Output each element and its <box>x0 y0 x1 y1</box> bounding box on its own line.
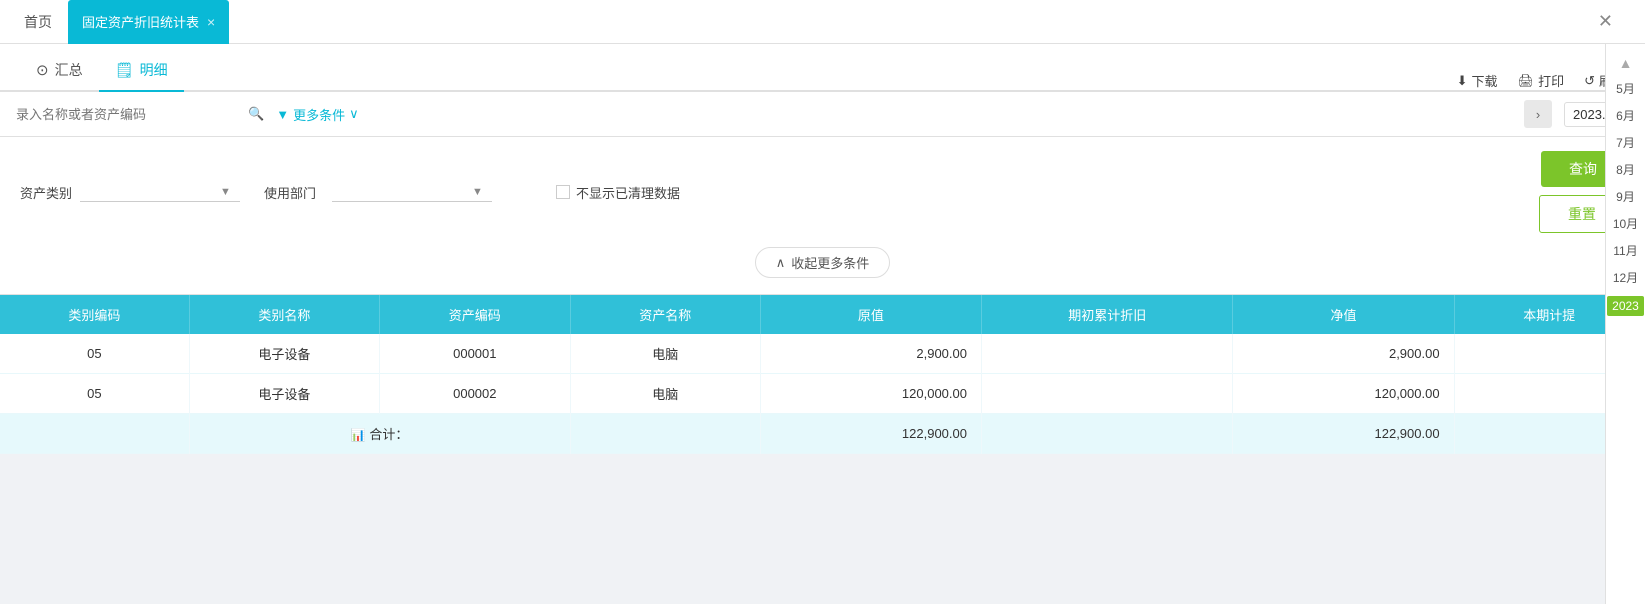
no-cleared-label: 不显示已清理数据 <box>576 183 680 202</box>
collapse-label: 收起更多条件 <box>791 253 869 272</box>
table-header-row: 类别编码 类别名称 资产编码 资产名称 原值 期初累计折旧 净值 本期计提 <box>0 295 1645 334</box>
tab-detail[interactable]: 🗒 明细 <box>99 50 184 92</box>
toolbar-right: ⬇ 下载 🖨 打印 ↺ 刷新 <box>1457 71 1625 90</box>
asset-category-label: 资产类别 <box>20 183 72 202</box>
cell-category: 电子设备 <box>189 334 379 374</box>
cell-asset-name: 电脑 <box>570 334 760 374</box>
total-label: 📊 合计： <box>189 414 570 454</box>
print-label: 打印 <box>1538 71 1564 90</box>
total-net: 122,900.00 <box>1233 414 1454 454</box>
table-container: 类别编码 类别名称 资产编码 资产名称 原值 期初累计折旧 净值 本期计提 05… <box>0 295 1645 454</box>
asset-category-field: 资产类别 ▼ <box>20 182 240 202</box>
month-12[interactable]: 12月 <box>1606 265 1645 290</box>
filter-icon: ▼ <box>276 107 289 122</box>
col-header-code: 类别编码 <box>0 295 189 334</box>
use-dept-input[interactable] <box>332 184 472 199</box>
cell-asset-code: 000002 <box>380 374 570 414</box>
year-2023[interactable]: 2023 <box>1607 296 1644 316</box>
col-header-asset-name: 资产名称 <box>570 295 760 334</box>
panel-toggle-button[interactable]: › <box>1524 100 1552 128</box>
cell-net: 2,900.00 <box>1233 334 1454 374</box>
nav-tab-fixed-assets[interactable]: 固定资产折旧统计表 × <box>68 0 229 44</box>
tab-summary[interactable]: ⊙ 汇总 <box>20 50 99 92</box>
tab-detail-label: 明细 <box>140 60 168 80</box>
filter-row: 资产类别 ▼ 使用部门 ▼ <box>20 151 1625 233</box>
cell-original: 120,000.00 <box>760 374 981 414</box>
summary-icon: ⊙ <box>36 61 49 79</box>
asset-category-dropdown-icon[interactable]: ▼ <box>220 186 231 198</box>
use-dept-label: 使用部门 <box>264 183 316 202</box>
month-5[interactable]: 5月 <box>1606 76 1645 101</box>
cell-category: 电子设备 <box>189 374 379 414</box>
window-close-button[interactable]: ✕ <box>1582 11 1629 32</box>
download-icon: ⬇ <box>1457 73 1468 89</box>
collapse-button[interactable]: ∧ 收起更多条件 <box>755 247 891 278</box>
total-original: 122,900.00 <box>760 414 981 454</box>
collapse-icon: ∧ <box>776 255 786 271</box>
table-row: 05 电子设备 000002 电脑 120,000.00 120,000.00 <box>0 374 1645 414</box>
cell-net: 120,000.00 <box>1233 374 1454 414</box>
month-7[interactable]: 7月 <box>1606 130 1645 155</box>
cell-asset-code: 000001 <box>380 334 570 374</box>
filter-area: 资产类别 ▼ 使用部门 ▼ <box>0 137 1645 295</box>
search-bar: 🔍 ▼ 更多条件 ∨ › 2023.01 <box>0 92 1645 137</box>
cell-asset-name: 电脑 <box>570 374 760 414</box>
total-icon-cell <box>0 414 189 454</box>
chevron-down-icon: ∨ <box>349 106 359 122</box>
more-conditions-button[interactable]: ▼ 更多条件 ∨ <box>276 105 358 124</box>
use-dept-dropdown-icon[interactable]: ▼ <box>472 186 483 198</box>
total-asset-name <box>570 414 760 454</box>
no-cleared-area: 不显示已清理数据 <box>556 183 680 202</box>
nav-home[interactable]: 首页 <box>16 12 60 32</box>
detail-icon: 🗒 <box>115 61 134 79</box>
asset-category-input[interactable] <box>80 184 220 199</box>
sub-tabs: ⊙ 汇总 🗒 明细 ⬇ 下载 🖨 打印 <box>0 44 1645 92</box>
no-cleared-checkbox[interactable] <box>556 185 570 199</box>
month-11[interactable]: 11月 <box>1606 238 1645 263</box>
cell-code: 05 <box>0 374 189 414</box>
col-header-original: 原值 <box>760 295 981 334</box>
month-6[interactable]: 6月 <box>1606 103 1645 128</box>
download-button[interactable]: ⬇ 下载 <box>1457 71 1498 90</box>
download-label: 下载 <box>1472 71 1498 90</box>
total-accumulated <box>981 414 1233 454</box>
nav-tab-label: 固定资产折旧统计表 <box>82 12 199 31</box>
col-header-asset-code: 资产编码 <box>380 295 570 334</box>
main-area: ⊙ 汇总 🗒 明细 ⬇ 下载 🖨 打印 <box>0 44 1645 604</box>
cell-code: 05 <box>0 334 189 374</box>
right-panel: ▲ 5月 6月 7月 8月 9月 10月 11月 12月 2023 <box>1605 44 1645 604</box>
cell-original: 2,900.00 <box>760 334 981 374</box>
nav-tab-close[interactable]: × <box>207 14 215 30</box>
search-input[interactable] <box>16 107 236 122</box>
col-header-accumulated: 期初累计折旧 <box>981 295 1233 334</box>
month-8[interactable]: 8月 <box>1606 157 1645 182</box>
month-10[interactable]: 10月 <box>1606 211 1645 236</box>
data-table: 类别编码 类别名称 资产编码 资产名称 原值 期初累计折旧 净值 本期计提 05… <box>0 295 1645 454</box>
print-button[interactable]: 🖨 打印 <box>1518 71 1565 90</box>
print-icon: 🖨 <box>1518 73 1535 89</box>
cell-accumulated <box>981 334 1233 374</box>
scroll-up-button[interactable]: ▲ <box>1616 52 1636 74</box>
top-nav: 首页 固定资产折旧统计表 × ✕ <box>0 0 1645 44</box>
table-row: 05 电子设备 000001 电脑 2,900.00 2,900.00 <box>0 334 1645 374</box>
table-total-row: 📊 合计： 122,900.00 122,900.00 <box>0 414 1645 454</box>
search-icon[interactable]: 🔍 <box>248 106 264 122</box>
col-header-net: 净值 <box>1233 295 1454 334</box>
tab-summary-label: 汇总 <box>55 60 83 80</box>
refresh-icon: ↺ <box>1584 73 1595 89</box>
collapse-row: ∧ 收起更多条件 <box>20 243 1625 286</box>
use-dept-field: 使用部门 ▼ <box>264 182 492 202</box>
col-header-category: 类别名称 <box>189 295 379 334</box>
filter-label: 更多条件 <box>293 105 345 124</box>
cell-accumulated <box>981 374 1233 414</box>
month-9[interactable]: 9月 <box>1606 184 1645 209</box>
